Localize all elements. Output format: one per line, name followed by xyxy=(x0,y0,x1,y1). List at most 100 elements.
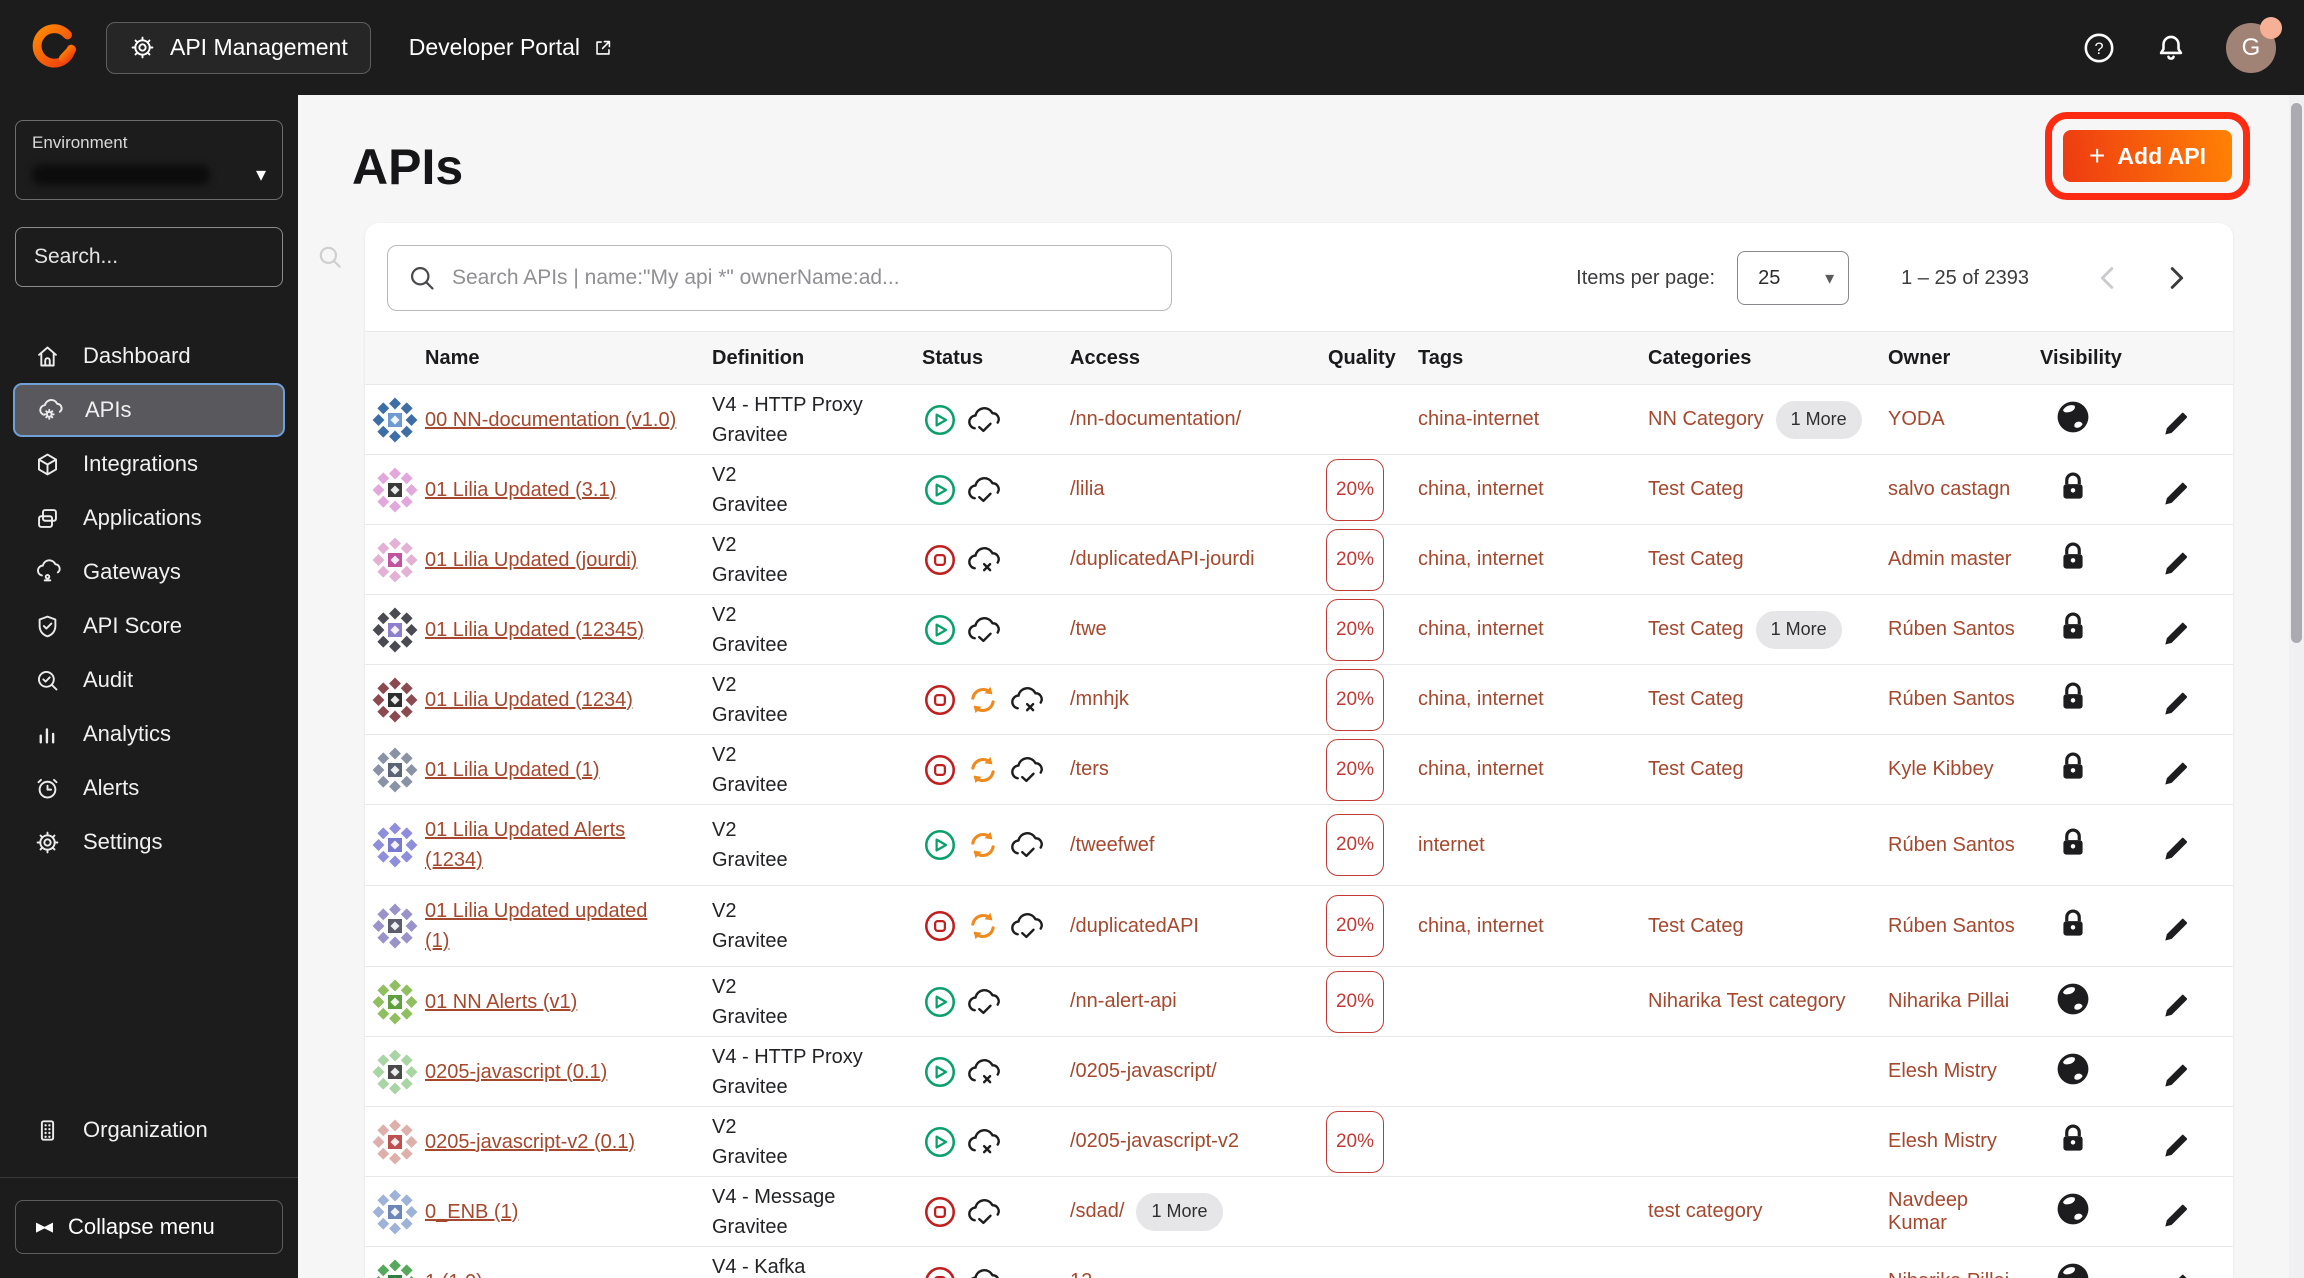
api-access-link[interactable]: /nn-alert-api xyxy=(1070,990,1177,1013)
sidebar-item-label: Audit xyxy=(83,667,134,692)
api-definition: V4 - KafkaGravitee xyxy=(712,1255,806,1278)
api-access-link[interactable]: /twe xyxy=(1070,618,1107,641)
api-access-link[interactable]: 12 xyxy=(1070,1270,1092,1278)
api-access-link[interactable]: /duplicatedAPI-jourdi xyxy=(1070,548,1255,571)
svg-text:?: ? xyxy=(2094,39,2103,57)
items-per-page-select[interactable]: 25 ▾ xyxy=(1737,251,1850,305)
edit-api-button[interactable] xyxy=(2156,610,2196,650)
api-access-link[interactable]: /ters xyxy=(1070,758,1109,781)
api-tags: china-internet xyxy=(1418,408,1540,430)
sidebar-item-dashboard[interactable]: Dashboard xyxy=(0,329,298,383)
sidebar-search-input[interactable] xyxy=(32,244,307,270)
api-access-link[interactable]: /mnhjk xyxy=(1070,688,1129,711)
sidebar-item-gateways[interactable]: Gateways xyxy=(0,545,298,599)
edit-api-button[interactable] xyxy=(2156,825,2196,865)
quality-badge[interactable]: 20% xyxy=(1326,668,1384,731)
environment-select[interactable]: Environment ▾ xyxy=(15,120,283,200)
api-name-link[interactable]: 01 Lilia Updated (1) xyxy=(425,745,600,795)
sidebar-item-applications[interactable]: Applications xyxy=(0,491,298,545)
edit-api-button[interactable] xyxy=(2156,540,2196,580)
api-name-link[interactable]: 1 (1.0) xyxy=(425,1257,483,1278)
api-name-link[interactable]: 0205-javascript-v2 (0.1) xyxy=(425,1117,635,1167)
quality-badge[interactable]: 20% xyxy=(1326,598,1384,661)
api-access-link[interactable]: /nn-documentation/ xyxy=(1070,408,1241,431)
api-name-link[interactable]: 01 Lilia Updated updated (1) xyxy=(425,886,677,966)
visibility-private-icon xyxy=(2053,904,2093,949)
annotation-highlight: + Add API xyxy=(2045,112,2250,200)
api-status xyxy=(922,752,1062,788)
api-definition: V2 Gravitee xyxy=(712,463,788,516)
sidebar-item-apis[interactable]: APIs xyxy=(13,383,285,437)
edit-api-button[interactable] xyxy=(2156,470,2196,510)
sidebar-item-organization[interactable]: Organization xyxy=(0,1103,298,1157)
api-name-link[interactable]: 0205-javascript (0.1) xyxy=(425,1047,607,1097)
collapse-menu-button[interactable]: ▶◀ Collapse menu xyxy=(15,1200,283,1254)
quality-badge[interactable]: 20% xyxy=(1326,738,1384,801)
sidebar-item-integrations[interactable]: Integrations xyxy=(0,437,298,491)
alerts-icon xyxy=(34,775,61,802)
api-row: 00 NN-documentation (v1.0) V4 - HTTP Pro… xyxy=(365,385,2233,455)
status-deployed-icon xyxy=(1008,827,1044,863)
api-name-link[interactable]: 0_ENB (1) xyxy=(425,1187,518,1237)
user-menu-button[interactable]: G xyxy=(2226,16,2282,73)
edit-api-button[interactable] xyxy=(2156,400,2196,440)
quality-badge[interactable]: 20% xyxy=(1326,458,1384,521)
scrollbar-track[interactable] xyxy=(2289,95,2304,1278)
sidebar: Environment ▾ Dashboard APIs Integrations A… xyxy=(0,95,341,1278)
edit-api-button[interactable] xyxy=(2156,750,2196,790)
notifications-button[interactable] xyxy=(2154,31,2188,65)
sidebar-item-label: Integrations xyxy=(83,451,198,476)
sidebar-item-label: API Score xyxy=(83,613,183,638)
quality-badge[interactable]: 20% xyxy=(1326,528,1384,591)
api-name-link[interactable]: 01 NN Alerts (v1) xyxy=(425,977,577,1027)
edit-api-button[interactable] xyxy=(2156,680,2196,720)
api-name-link[interactable]: 01 Lilia Updated (3.1) xyxy=(425,465,616,515)
scrollbar-thumb[interactable] xyxy=(2291,103,2302,643)
chevron-right-icon xyxy=(2170,267,2184,289)
more-chip[interactable]: 1 More xyxy=(1136,1192,1223,1231)
api-search-input[interactable] xyxy=(450,265,1151,291)
api-access-link[interactable]: /sdad/ xyxy=(1070,1200,1124,1223)
quality-badge[interactable]: 20% xyxy=(1326,895,1384,957)
edit-api-button[interactable] xyxy=(2156,1122,2196,1162)
sidebar-item-audit[interactable]: Audit xyxy=(0,653,298,707)
organization-label: Organization xyxy=(83,1117,208,1142)
api-name-link[interactable]: 01 Lilia Updated (1234) xyxy=(425,675,633,725)
api-name-link[interactable]: 01 Lilia Updated Alerts (1234) xyxy=(425,805,677,885)
quality-badge[interactable]: 20% xyxy=(1326,814,1384,876)
add-api-button[interactable]: + Add API xyxy=(2063,130,2232,182)
edit-api-button[interactable] xyxy=(2156,1262,2196,1278)
more-chip[interactable]: 1 More xyxy=(1775,400,1862,439)
api-access-link[interactable]: /0205-javascript/ xyxy=(1070,1060,1217,1083)
api-name-link[interactable]: 01 Lilia Updated (12345) xyxy=(425,605,644,655)
api-access-link[interactable]: /0205-javascript-v2 xyxy=(1070,1130,1239,1153)
more-chip[interactable]: 1 More xyxy=(1755,610,1842,649)
api-status xyxy=(922,1264,1062,1278)
environment-value-redacted xyxy=(32,165,210,185)
api-access-link[interactable]: /lilia xyxy=(1070,478,1104,501)
previous-page-button[interactable] xyxy=(2091,261,2125,295)
developer-portal-link[interactable]: Developer Portal xyxy=(409,34,614,61)
help-button[interactable]: ? xyxy=(2082,31,2116,65)
next-page-button[interactable] xyxy=(2159,261,2193,295)
api-access-link[interactable]: /tweefwef xyxy=(1070,834,1154,857)
api-name-link[interactable]: 00 NN-documentation (v1.0) xyxy=(425,395,676,445)
sidebar-item-api-score[interactable]: API Score xyxy=(0,599,298,653)
quality-badge[interactable]: 20% xyxy=(1326,1110,1384,1173)
api-name-link[interactable]: 01 Lilia Updated (jourdi) xyxy=(425,535,637,585)
quality-badge[interactable]: 20% xyxy=(1326,970,1384,1033)
pencil-icon xyxy=(2178,1274,2187,1278)
sidebar-item-settings[interactable]: Settings xyxy=(0,815,298,869)
sidebar-nav: Dashboard APIs Integrations Applications Gat… xyxy=(0,329,298,869)
pencil-icon xyxy=(2164,994,2187,1016)
api-tags: china, internet xyxy=(1418,548,1544,570)
api-owner: Navdeep Kumar xyxy=(1888,1188,1969,1234)
sidebar-item-analytics[interactable]: Analytics xyxy=(0,707,298,761)
edit-api-button[interactable] xyxy=(2156,1052,2196,1092)
edit-api-button[interactable] xyxy=(2156,906,2196,946)
sidebar-item-alerts[interactable]: Alerts xyxy=(0,761,298,815)
api-access-link[interactable]: /duplicatedAPI xyxy=(1070,915,1199,938)
edit-api-button[interactable] xyxy=(2156,1192,2196,1232)
app-switcher-button[interactable]: API Management xyxy=(106,21,371,74)
edit-api-button[interactable] xyxy=(2156,982,2196,1022)
